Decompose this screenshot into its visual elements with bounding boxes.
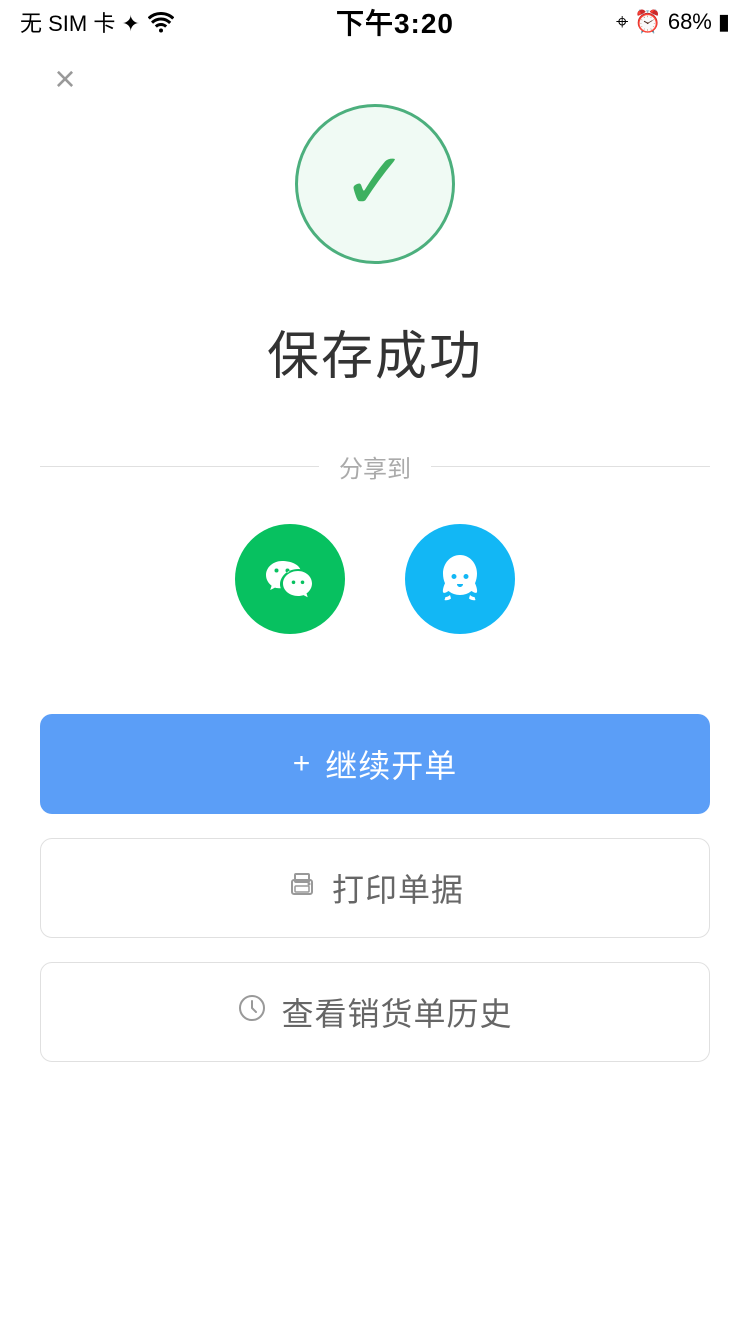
printer-svg — [286, 868, 318, 900]
success-circle: ✓ — [295, 104, 455, 264]
alarm-icon: ⏰ — [634, 9, 661, 35]
plus-icon: + — [293, 747, 312, 781]
close-button[interactable]: × — [40, 54, 90, 104]
wifi-icon — [148, 11, 174, 33]
history-label: 查看销货单历史 — [281, 989, 512, 1035]
battery-icon: ▮ — [718, 9, 730, 35]
share-icons-row — [235, 524, 515, 634]
status-left: 无 SIM 卡 ✦ — [20, 6, 174, 38]
share-qq-button[interactable] — [405, 524, 515, 634]
status-right: ⌖ ⏰ 68% ▮ — [616, 9, 730, 35]
print-button[interactable]: 打印单据 — [40, 838, 710, 938]
continue-button[interactable]: + 继续开单 — [40, 714, 710, 814]
status-time: 下午3:20 — [336, 2, 454, 42]
sim-status: 无 SIM 卡 ✦ — [20, 6, 140, 38]
success-title: 保存成功 — [267, 314, 483, 389]
divider-line-left — [40, 466, 319, 467]
share-divider-text: 分享到 — [319, 449, 431, 484]
status-bar: 无 SIM 卡 ✦ 下午3:20 ⌖ ⏰ 68% ▮ — [0, 0, 750, 44]
main-content: ✓ 保存成功 分享到 + 继续开单 — [0, 44, 750, 1062]
history-button[interactable]: 查看销货单历史 — [40, 962, 710, 1062]
print-label: 打印单据 — [332, 865, 464, 911]
share-divider: 分享到 — [0, 449, 750, 484]
divider-line-right — [431, 466, 710, 467]
qq-icon — [428, 547, 492, 611]
battery-percent: 68% — [668, 9, 712, 35]
checkmark-icon: ✓ — [341, 142, 408, 222]
clock-svg — [237, 993, 267, 1023]
clock-icon — [237, 993, 267, 1031]
wechat-icon — [258, 547, 322, 611]
continue-label: 继续开单 — [325, 741, 457, 787]
close-icon: × — [54, 61, 75, 97]
print-icon — [286, 868, 318, 908]
share-wechat-button[interactable] — [235, 524, 345, 634]
location-icon: ⌖ — [616, 9, 628, 35]
action-buttons: + 继续开单 打印单据 查看销货单历史 — [0, 714, 750, 1062]
